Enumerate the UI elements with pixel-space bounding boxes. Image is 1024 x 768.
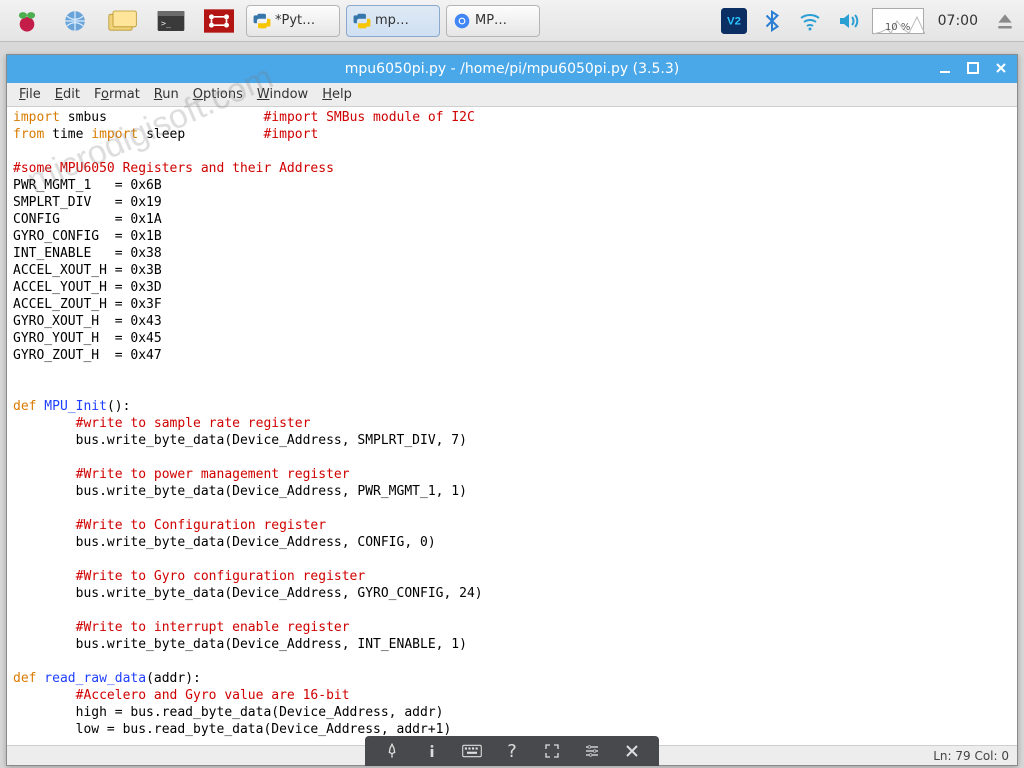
cpu-usage-label: 10 % — [885, 22, 910, 33]
vnc-close-icon[interactable] — [621, 740, 643, 762]
vnc-help-icon[interactable]: ? — [501, 740, 523, 762]
bluetooth-icon[interactable] — [758, 7, 786, 35]
terminal-icon[interactable]: >_ — [150, 5, 192, 37]
desktop-panel: >_ *Pyt… mp… MP… V2 10 % 07:00 — [0, 0, 1024, 42]
vnc-info-icon[interactable] — [421, 740, 443, 762]
taskbar-item-python1[interactable]: *Pyt… — [246, 5, 340, 37]
window-titlebar[interactable]: mpu6050pi.py - /home/pi/mpu6050pi.py (3.… — [7, 55, 1017, 83]
vnc-fullscreen-icon[interactable] — [541, 740, 563, 762]
raspberry-menu-icon[interactable] — [6, 5, 48, 37]
menu-run[interactable]: Run — [148, 85, 185, 104]
code-editor[interactable]: import smbus #import SMBus module of I2C… — [7, 107, 1017, 745]
window-minimize-button[interactable] — [935, 58, 955, 78]
taskbar-item-chromium[interactable]: MP… — [446, 5, 540, 37]
wifi-icon[interactable] — [796, 7, 824, 35]
vnc-icon[interactable]: V2 — [720, 7, 748, 35]
menu-file[interactable]: File — [13, 85, 47, 104]
window-title: mpu6050pi.py - /home/pi/mpu6050pi.py (3.… — [345, 61, 679, 77]
menu-format[interactable]: Format — [88, 85, 146, 104]
volume-icon[interactable] — [834, 7, 862, 35]
window-maximize-button[interactable] — [963, 58, 983, 78]
vnc-keyboard-icon[interactable] — [461, 740, 483, 762]
menubar: File Edit Format Run Options Window Help — [7, 83, 1017, 107]
taskbar-item-python2[interactable]: mp… — [346, 5, 440, 37]
system-tray: V2 10 % 07:00 — [720, 7, 1018, 35]
menu-edit[interactable]: Edit — [49, 85, 86, 104]
menu-window[interactable]: Window — [251, 85, 314, 104]
taskbar-item-label: mp… — [375, 13, 409, 28]
vnc-toolbar: ? — [365, 736, 659, 766]
vnc-settings-icon[interactable] — [581, 740, 603, 762]
clock[interactable]: 07:00 — [934, 13, 982, 29]
menu-options[interactable]: Options — [187, 85, 249, 104]
web-browser-icon[interactable] — [54, 5, 96, 37]
cursor-position: Ln: 79 Col: 0 — [933, 749, 1009, 763]
node-red-icon[interactable] — [198, 5, 240, 37]
taskbar-item-label: MP… — [475, 13, 507, 28]
taskbar-item-label: *Pyt… — [275, 13, 315, 28]
window-close-button[interactable] — [991, 58, 1011, 78]
eject-icon[interactable] — [992, 8, 1018, 34]
svg-text:>_: >_ — [161, 18, 172, 28]
file-manager-icon[interactable] — [102, 5, 144, 37]
svg-text:V2: V2 — [727, 15, 741, 27]
menu-help[interactable]: Help — [316, 85, 358, 104]
idle-window: mpu6050pi.py - /home/pi/mpu6050pi.py (3.… — [6, 54, 1018, 766]
cpu-usage-graph[interactable]: 10 % — [872, 8, 924, 34]
vnc-pin-icon[interactable] — [381, 740, 403, 762]
